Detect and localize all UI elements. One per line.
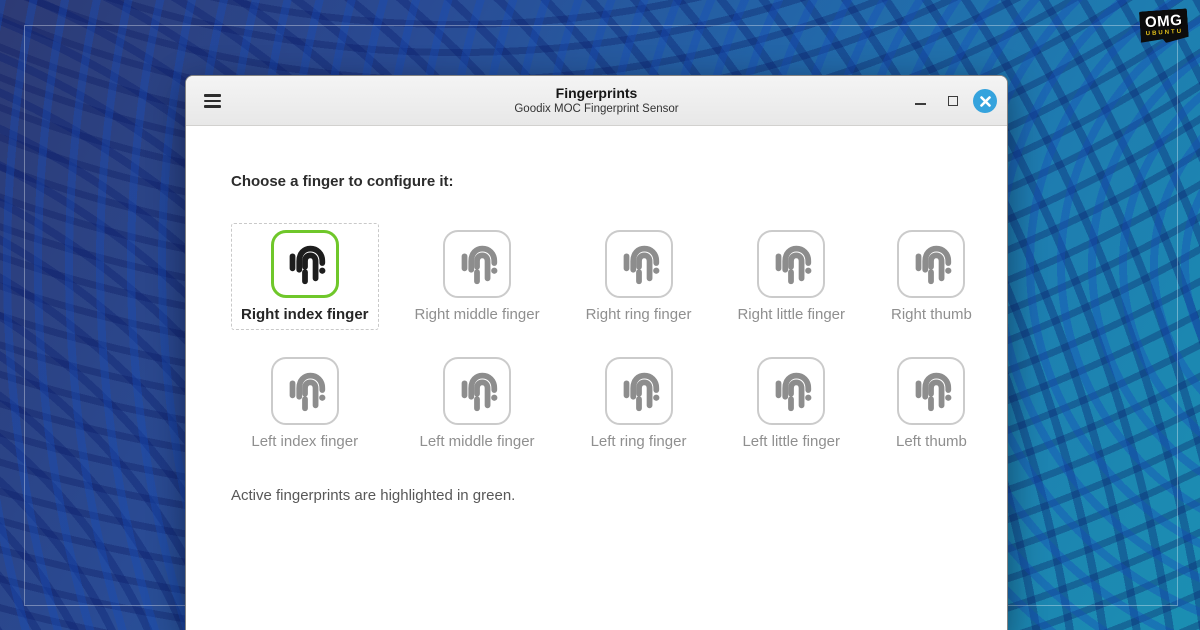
finger-button-right-little-finger[interactable]: Right little finger bbox=[727, 223, 855, 330]
close-button[interactable] bbox=[973, 89, 997, 113]
maximize-icon bbox=[947, 96, 958, 106]
fingerprint-icon bbox=[897, 357, 966, 425]
title-block: Fingerprints Goodix MOC Fingerprint Sens… bbox=[186, 76, 1007, 125]
finger-grid: Right index finger Right middle finger R… bbox=[231, 223, 982, 457]
titlebar[interactable]: Fingerprints Goodix MOC Fingerprint Sens… bbox=[186, 76, 1007, 126]
fingerprint-icon bbox=[604, 357, 673, 425]
finger-button-right-middle-finger[interactable]: Right middle finger bbox=[405, 223, 550, 330]
maximize-button[interactable] bbox=[941, 90, 964, 113]
fingerprint-icon bbox=[604, 230, 673, 298]
desktop-wallpaper: OMG UBUNTU Fingerprints Goodix MOC Finge… bbox=[0, 0, 1200, 630]
page-title: Choose a finger to configure it: bbox=[231, 173, 454, 190]
finger-button-left-middle-finger[interactable]: Left middle finger bbox=[409, 350, 544, 457]
finger-button-left-thumb[interactable]: Left thumb bbox=[886, 350, 977, 457]
ubuntu-logo-text: UBUNTU bbox=[1145, 28, 1184, 38]
finger-label: Right little finger bbox=[737, 306, 846, 323]
omg-ubuntu-logo: OMG UBUNTU bbox=[1139, 8, 1189, 44]
fingerprint-icon bbox=[757, 357, 826, 425]
hamburger-icon bbox=[204, 94, 221, 97]
finger-label: Left thumb bbox=[896, 433, 967, 450]
fingerprints-window: Fingerprints Goodix MOC Fingerprint Sens… bbox=[185, 75, 1008, 630]
finger-label: Right middle finger bbox=[414, 306, 540, 323]
finger-label: Left little finger bbox=[742, 433, 841, 450]
minimize-button[interactable] bbox=[909, 90, 932, 113]
fingerprint-icon bbox=[897, 230, 966, 298]
fingerprint-icon bbox=[443, 230, 512, 298]
window-title: Fingerprints bbox=[555, 85, 638, 101]
minimize-icon bbox=[915, 103, 926, 105]
finger-label: Left index finger bbox=[251, 433, 359, 450]
menu-button[interactable] bbox=[204, 90, 228, 112]
finger-button-right-thumb[interactable]: Right thumb bbox=[881, 223, 982, 330]
finger-label: Right ring finger bbox=[585, 306, 692, 323]
fingerprint-icon bbox=[443, 357, 512, 425]
fingerprint-icon bbox=[270, 230, 339, 298]
finger-button-right-index-finger[interactable]: Right index finger bbox=[231, 223, 379, 330]
finger-label: Left middle finger bbox=[419, 433, 535, 450]
finger-button-right-ring-finger[interactable]: Right ring finger bbox=[576, 223, 702, 330]
finger-label: Right index finger bbox=[241, 306, 369, 323]
finger-button-left-little-finger[interactable]: Left little finger bbox=[732, 350, 850, 457]
finger-button-left-ring-finger[interactable]: Left ring finger bbox=[581, 350, 697, 457]
window-subtitle: Goodix MOC Fingerprint Sensor bbox=[514, 103, 679, 115]
finger-button-left-index-finger[interactable]: Left index finger bbox=[241, 350, 368, 457]
window-body: Choose a finger to configure it: Right i… bbox=[186, 126, 1007, 630]
finger-label: Right thumb bbox=[891, 306, 972, 323]
close-icon bbox=[979, 95, 991, 107]
fingerprint-icon bbox=[757, 230, 826, 298]
finger-label: Left ring finger bbox=[590, 433, 687, 450]
window-controls bbox=[909, 76, 997, 126]
active-fingerprints-note: Active fingerprints are highlighted in g… bbox=[231, 487, 516, 504]
fingerprint-icon bbox=[270, 357, 339, 425]
